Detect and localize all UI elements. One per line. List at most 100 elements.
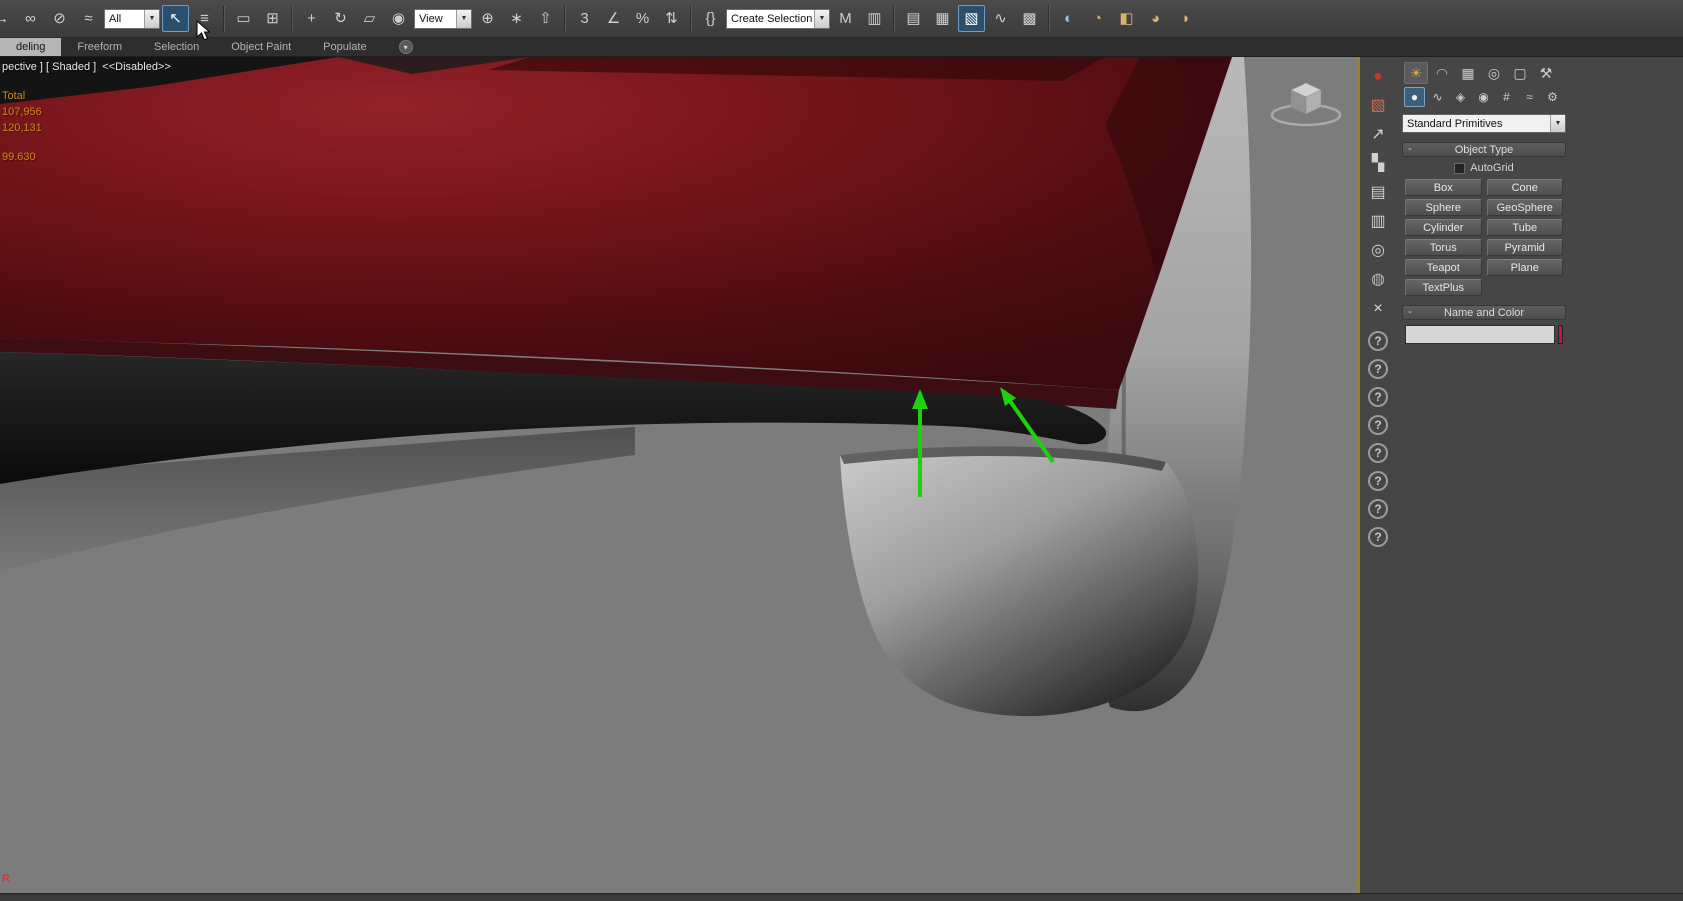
window-crossing-icon[interactable]: ⊞ <box>259 5 286 32</box>
object-type-button[interactable]: Plane <box>1486 259 1563 276</box>
ribbon-tab-freeform[interactable]: Freeform <box>61 38 138 56</box>
angle-snap-toggle-icon[interactable]: ∠ <box>600 5 627 32</box>
command-panel-tabs: ☀ ◠ ▦ ◎ ▢ ⚒ <box>1402 61 1566 87</box>
use-pivot-point-center-icon[interactable]: ⊕ <box>474 5 501 32</box>
named-selection-sets-dropdown[interactable]: Create Selection Se▼ <box>726 8 830 29</box>
object-type-button[interactable]: TextPlus <box>1405 279 1482 296</box>
object-type-button[interactable]: Tube <box>1486 219 1563 236</box>
help-icon[interactable]: ? <box>1368 387 1388 407</box>
ribbon-display-toggle[interactable]: ▾ <box>398 38 413 56</box>
unlink-selection-icon[interactable]: ⊘ <box>46 5 73 32</box>
name-and-color-rollout-header[interactable]: - Name and Color <box>1402 305 1566 320</box>
toolbar-separator <box>893 5 895 32</box>
selection-filter-dropdown[interactable]: All ▼ <box>104 8 160 29</box>
shapes-category[interactable]: ∿ <box>1427 87 1448 107</box>
motion-tab[interactable]: ◎ <box>1482 62 1506 84</box>
reference-coordinate-system-dropdown[interactable]: View ▼ <box>414 8 472 29</box>
object-type-button[interactable]: Cylinder <box>1405 219 1482 236</box>
redo-icon[interactable]: → <box>0 5 15 32</box>
select-and-move-icon[interactable]: + <box>298 5 325 32</box>
object-type-button[interactable]: Sphere <box>1405 199 1482 216</box>
mouse-cursor <box>196 20 211 41</box>
curve-editor-icon[interactable]: ∿ <box>987 5 1014 32</box>
object-type-button[interactable]: Cone <box>1486 179 1563 196</box>
rendered-frame-window-icon[interactable]: ◧ <box>1113 5 1140 32</box>
scene-explorer-icon[interactable]: ▦ <box>929 5 956 32</box>
render-in-cloud-icon[interactable]: ◑ <box>1171 5 1198 32</box>
select-and-link-icon[interactable]: ∞ <box>17 5 44 32</box>
right-panel-region: ● ▧ ↗ ▚ ▤ ▥ ◎ ◍ × ???????? ☀ ◠ ▦ ◎ ▢ ⚒ ● ∿ ◈ ◉ # ≈ ⚙ Standa… <box>1360 57 1683 893</box>
checker-map-icon[interactable]: ▚ <box>1365 152 1391 176</box>
chevron-down-icon[interactable]: ▼ <box>456 9 471 28</box>
helpers-category[interactable]: # <box>1496 87 1517 107</box>
chevron-down-icon[interactable]: ▼ <box>814 9 829 28</box>
stacked-boxes-icon[interactable]: ▥ <box>1365 210 1391 234</box>
space-warps-category[interactable]: ≈ <box>1519 87 1540 107</box>
viewport-label[interactable]: pective ] [ Shaded ] <<Disabled>> <box>2 61 171 73</box>
object-type-rollout-header[interactable]: - Object Type <box>1402 142 1566 157</box>
perspective-viewport[interactable]: pective ] [ Shaded ] <<Disabled>> Total 1… <box>0 57 1357 893</box>
select-object-icon[interactable]: ↖ <box>162 5 189 32</box>
mirror-icon[interactable]: M <box>832 5 859 32</box>
object-color-swatch[interactable] <box>1558 325 1563 344</box>
geometry-category[interactable]: ● <box>1404 87 1425 107</box>
object-type-button[interactable]: Torus <box>1405 239 1482 256</box>
select-and-manipulate-icon[interactable]: ∗ <box>503 5 530 32</box>
spinner-snap-toggle-icon[interactable]: ⇅ <box>658 5 685 32</box>
material-editor-icon[interactable]: ◐ <box>1055 5 1082 32</box>
ribbon-tab-modeling[interactable]: deling <box>0 38 62 56</box>
hierarchy-tab[interactable]: ▦ <box>1456 62 1480 84</box>
bind-to-space-warp-icon[interactable]: ≈ <box>75 5 102 32</box>
teapot-icon[interactable]: ● <box>1365 65 1391 89</box>
help-icon[interactable]: ? <box>1368 415 1388 435</box>
modify-tab[interactable]: ◠ <box>1430 62 1454 84</box>
help-icon[interactable]: ? <box>1368 527 1388 547</box>
help-icon[interactable]: ? <box>1368 499 1388 519</box>
layered-planes-icon[interactable]: ▤ <box>1365 181 1391 205</box>
box-archive-icon[interactable]: ▧ <box>1365 94 1391 118</box>
ribbon-tab-object-paint[interactable]: Object Paint <box>215 38 307 56</box>
utilities-tab[interactable]: ⚒ <box>1534 62 1558 84</box>
edit-named-selection-sets-icon[interactable]: {} <box>697 5 724 32</box>
compass-arrow-icon[interactable]: ↗ <box>1365 123 1391 147</box>
sphere-icon[interactable]: ◍ <box>1365 268 1391 292</box>
object-type-button[interactable]: GeoSphere <box>1486 199 1563 216</box>
help-icon[interactable]: ? <box>1368 331 1388 351</box>
help-icon[interactable]: ? <box>1368 359 1388 379</box>
autogrid-checkbox[interactable] <box>1454 162 1466 174</box>
percent-snap-toggle-icon[interactable]: % <box>629 5 656 32</box>
schematic-view-icon[interactable]: ▩ <box>1016 5 1043 32</box>
side-toolbar: ● ▧ ↗ ▚ ▤ ▥ ◎ ◍ × ???????? <box>1360 57 1396 893</box>
render-production-icon[interactable]: ◕ <box>1142 5 1169 32</box>
object-name-input[interactable] <box>1405 325 1555 344</box>
cameras-category[interactable]: ◉ <box>1473 87 1494 107</box>
object-type-button[interactable]: Teapot <box>1405 259 1482 276</box>
lights-category[interactable]: ◈ <box>1450 87 1471 107</box>
systems-category[interactable]: ⚙ <box>1542 87 1563 107</box>
layer-explorer-icon[interactable]: ▤ <box>900 5 927 32</box>
toggle-ribbon-icon[interactable]: ▧ <box>958 5 985 32</box>
rectangular-selection-region-icon[interactable]: ▭ <box>230 5 257 32</box>
torus-icon[interactable]: ◎ <box>1365 239 1391 263</box>
chevron-down-icon[interactable]: ▼ <box>144 9 159 28</box>
viewport-corner-text: R <box>2 873 10 885</box>
ribbon-tab-populate[interactable]: Populate <box>307 38 382 56</box>
select-and-rotate-icon[interactable]: ↻ <box>327 5 354 32</box>
keyboard-shortcut-override-icon[interactable]: ⇧ <box>532 5 559 32</box>
close-x-icon[interactable]: × <box>1365 297 1391 321</box>
object-type-button[interactable]: Box <box>1405 179 1482 196</box>
display-tab[interactable]: ▢ <box>1508 62 1532 84</box>
select-and-scale-icon[interactable]: ▱ <box>356 5 383 32</box>
ribbon-tab-label: deling <box>16 41 46 53</box>
select-and-place-icon[interactable]: ◉ <box>385 5 412 32</box>
align-icon[interactable]: ▥ <box>861 5 888 32</box>
primitives-category-dropdown[interactable]: Standard Primitives ▼ <box>1402 114 1566 133</box>
help-icon[interactable]: ? <box>1368 443 1388 463</box>
object-type-button[interactable]: Pyramid <box>1486 239 1563 256</box>
autogrid-row: AutoGrid <box>1402 157 1566 179</box>
ribbon-tab-label: Object Paint <box>231 41 292 53</box>
help-icon[interactable]: ? <box>1368 471 1388 491</box>
render-setup-icon[interactable]: ◔ <box>1084 5 1111 32</box>
create-tab[interactable]: ☀ <box>1404 62 1428 84</box>
snaps-toggle-icon[interactable]: 3 <box>571 5 598 32</box>
